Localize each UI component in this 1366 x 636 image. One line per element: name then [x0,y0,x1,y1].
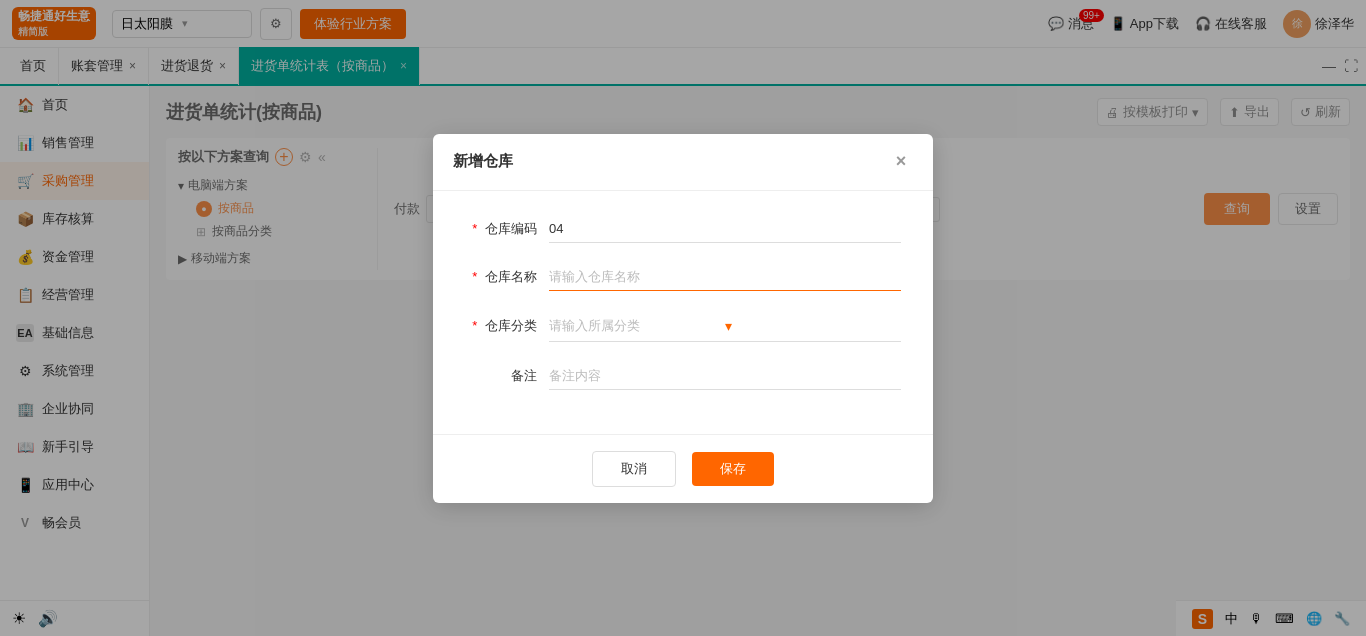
modal-header: 新增仓库 × [433,134,933,191]
chevron-down-icon: ▾ [725,318,901,334]
form-row-name: * 仓库名称 [465,263,901,291]
note-input[interactable] [549,362,901,390]
modal-title: 新增仓库 [453,152,513,171]
code-label: * 仓库编码 [465,220,537,238]
name-input[interactable] [549,263,901,291]
form-row-code: * 仓库编码 [465,215,901,243]
new-warehouse-modal: 新增仓库 × * 仓库编码 * 仓库名称 [433,134,933,503]
note-label: 备注 [465,367,537,385]
category-select[interactable]: 请输入所属分类 ▾ [549,311,901,342]
save-button[interactable]: 保存 [692,452,774,486]
name-label: * 仓库名称 [465,268,537,286]
cancel-button[interactable]: 取消 [592,451,676,487]
form-row-category: * 仓库分类 请输入所属分类 ▾ [465,311,901,342]
modal-footer: 取消 保存 [433,434,933,503]
modal-overlay: 新增仓库 × * 仓库编码 * 仓库名称 [0,0,1366,636]
form-row-note: 备注 [465,362,901,390]
modal-body: * 仓库编码 * 仓库名称 * 仓库分类 请输入所属 [433,191,933,434]
modal-close-button[interactable]: × [889,150,913,174]
code-input[interactable] [549,215,901,243]
category-label: * 仓库分类 [465,317,537,335]
